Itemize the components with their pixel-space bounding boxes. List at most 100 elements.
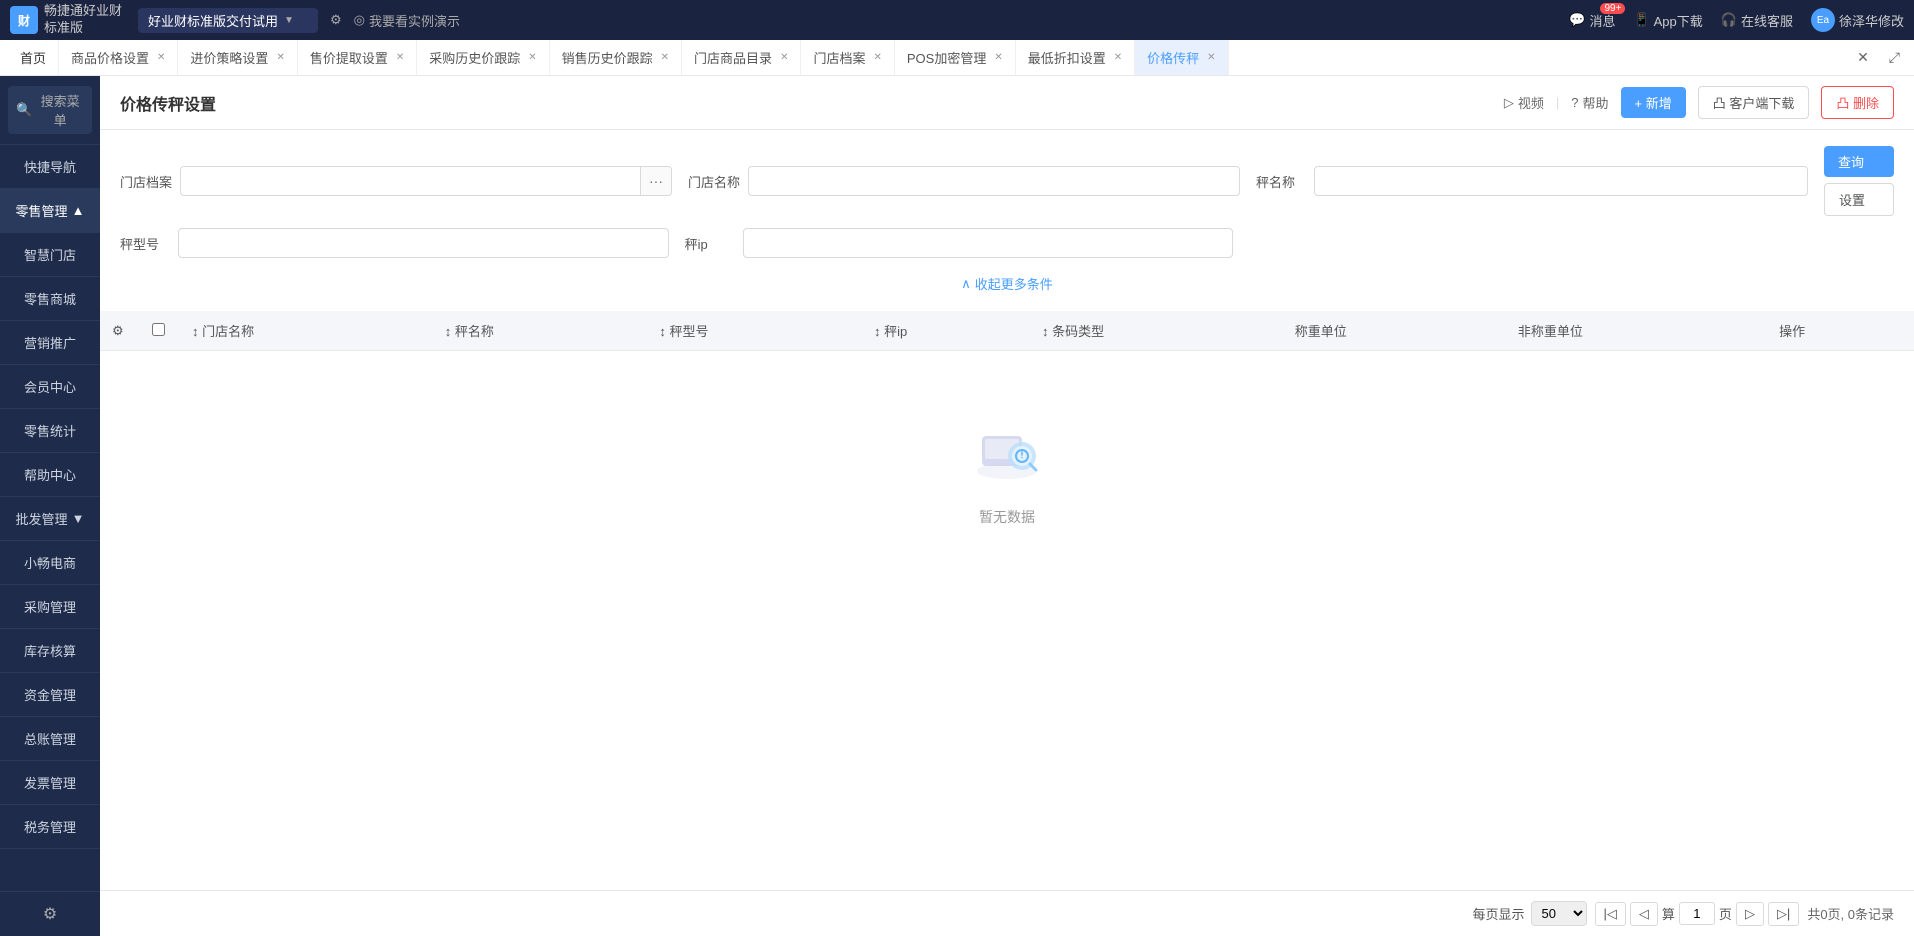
sidebar-search: 🔍 搜索菜单 bbox=[0, 76, 100, 145]
th-checkbox bbox=[140, 311, 180, 351]
page-number-input[interactable] bbox=[1679, 902, 1715, 925]
scale-name-input[interactable] bbox=[1314, 166, 1808, 196]
sidebar-settings[interactable]: ⚙ bbox=[0, 891, 100, 936]
store-name-input[interactable] bbox=[748, 166, 1240, 196]
logo: 财 畅捷通好业财 标准版 bbox=[10, 3, 130, 37]
topbar-actions: 💬 消息 99+ 📱 App下载 🎧 在线客服 Ea 徐泽华修改 bbox=[1569, 8, 1904, 32]
message-badge: 99+ bbox=[1600, 3, 1625, 14]
pagination-info: 共0页, 0条记录 bbox=[1807, 904, 1894, 923]
search-menu-button[interactable]: 🔍 搜索菜单 bbox=[8, 86, 92, 134]
tab-close-price-setting[interactable]: ✕ bbox=[157, 52, 165, 63]
store-profile-input-wrapper: ··· bbox=[180, 166, 672, 196]
store-profile-more-icon[interactable]: ··· bbox=[640, 167, 671, 195]
store-profile-input[interactable] bbox=[181, 167, 640, 195]
tab-close-price-scale[interactable]: ✕ bbox=[1207, 52, 1215, 63]
th-settings[interactable]: ⚙ bbox=[100, 311, 140, 351]
tab-home[interactable]: 首页 bbox=[8, 40, 59, 76]
tab-store-catalog[interactable]: 门店商品目录 ✕ bbox=[682, 40, 801, 76]
tab-min-discount[interactable]: 最低折扣设置 ✕ bbox=[1016, 40, 1135, 76]
add-button[interactable]: + 新增 bbox=[1621, 87, 1686, 118]
sidebar-item-invoice[interactable]: 发票管理 bbox=[0, 761, 100, 805]
tab-close-purchase-strategy[interactable]: ✕ bbox=[276, 52, 284, 63]
collapse-conditions-button[interactable]: ∧ 收起更多条件 bbox=[961, 274, 1053, 293]
avatar: Ea bbox=[1811, 8, 1835, 32]
th-scale-model[interactable]: ↕ 秤型号 bbox=[647, 311, 862, 351]
tab-store-profile[interactable]: 门店档案 ✕ bbox=[801, 40, 894, 76]
per-page-label: 每页显示 bbox=[1473, 904, 1525, 923]
sidebar-item-retail-shop[interactable]: 零售商城 bbox=[0, 277, 100, 321]
delete-button[interactable]: 凸 删除 bbox=[1821, 86, 1894, 119]
set-button[interactable]: 设置 bbox=[1824, 183, 1894, 216]
tab-close-store-profile[interactable]: ✕ bbox=[873, 52, 881, 63]
tab-close-min-discount[interactable]: ✕ bbox=[1114, 52, 1122, 63]
content-area: 价格传秤设置 ▷ 视频 | ? 帮助 + 新增 凸 客户端下载 凸 bbox=[100, 76, 1914, 936]
tab-sales-history[interactable]: 销售历史价跟踪 ✕ bbox=[550, 40, 682, 76]
sidebar-item-tax[interactable]: 税务管理 bbox=[0, 805, 100, 849]
chevron-down-icon: ▼ bbox=[72, 511, 85, 526]
scale-ip-input[interactable] bbox=[743, 228, 1234, 258]
sidebar-item-wholesale[interactable]: 批发管理 ▼ bbox=[0, 497, 100, 541]
version-selector[interactable]: 好业财标准版交付试用 ▼ bbox=[138, 8, 318, 33]
topbar-settings-icon[interactable]: ⚙ bbox=[326, 8, 346, 32]
video-link[interactable]: ▷ 视频 bbox=[1504, 93, 1544, 112]
sidebar-item-inventory[interactable]: 库存核算 bbox=[0, 629, 100, 673]
page-of-label: 页 bbox=[1719, 904, 1732, 923]
download-client-button[interactable]: 凸 客户端下载 bbox=[1698, 86, 1810, 119]
empty-illustration bbox=[967, 411, 1047, 491]
message-button[interactable]: 💬 消息 99+ bbox=[1569, 11, 1615, 30]
help-link[interactable]: ? 帮助 bbox=[1571, 93, 1608, 112]
scale-model-input[interactable] bbox=[178, 228, 669, 258]
prev-page-button[interactable]: ◁ bbox=[1630, 902, 1658, 926]
per-page-select[interactable]: 10 20 50 100 bbox=[1531, 901, 1587, 926]
user-menu[interactable]: Ea 徐泽华修改 bbox=[1811, 8, 1904, 32]
select-all-checkbox[interactable] bbox=[152, 323, 165, 336]
tab-purchase-strategy[interactable]: 进价策略设置 ✕ bbox=[178, 40, 297, 76]
tab-close-store-catalog[interactable]: ✕ bbox=[780, 52, 788, 63]
empty-text: 暂无数据 bbox=[979, 507, 1035, 527]
data-table: ⚙ ↕ 门店名称 ↕ 秤名称 ↕ 秤型号 bbox=[100, 311, 1914, 351]
per-page-selector: 每页显示 10 20 50 100 bbox=[1473, 901, 1587, 926]
tab-price-setting[interactable]: 商品价格设置 ✕ bbox=[59, 40, 178, 76]
online-service-button[interactable]: 🎧 在线客服 bbox=[1721, 11, 1793, 30]
search-icon: 🔍 bbox=[16, 102, 32, 118]
sidebar-item-general-ledger[interactable]: 总账管理 bbox=[0, 717, 100, 761]
sidebar-quick-nav[interactable]: 快捷导航 bbox=[0, 145, 100, 189]
video-icon: ▷ bbox=[1504, 95, 1514, 111]
demo-link[interactable]: ◎ 我要看实例演示 bbox=[354, 11, 460, 30]
th-barcode-type[interactable]: ↕ 条码类型 bbox=[1030, 311, 1283, 351]
sidebar-item-marketing[interactable]: 营销推广 bbox=[0, 321, 100, 365]
tab-close-sale-pickup[interactable]: ✕ bbox=[396, 52, 404, 63]
page-title: 价格传秤设置 bbox=[120, 91, 216, 115]
sidebar-item-purchase[interactable]: 采购管理 bbox=[0, 585, 100, 629]
tab-purchase-history[interactable]: 采购历史价跟踪 ✕ bbox=[417, 40, 549, 76]
tab-close-sales-history[interactable]: ✕ bbox=[661, 52, 669, 63]
sidebar-item-finance[interactable]: 资金管理 bbox=[0, 673, 100, 717]
sidebar-item-help[interactable]: 帮助中心 bbox=[0, 453, 100, 497]
th-scale-ip[interactable]: ↕ 秤ip bbox=[862, 311, 1030, 351]
sidebar-item-ecommerce[interactable]: 小畅电商 bbox=[0, 541, 100, 585]
content-inner: ⚙ ↕ 门店名称 ↕ 秤名称 ↕ 秤型号 bbox=[100, 311, 1914, 936]
chevron-up-icon: ▲ bbox=[72, 203, 85, 218]
page-label: 算 bbox=[1662, 904, 1675, 923]
sidebar-item-smart-store[interactable]: 智慧门店 bbox=[0, 233, 100, 277]
tab-price-scale[interactable]: 价格传秤 ✕ bbox=[1135, 40, 1228, 76]
sidebar-item-retail[interactable]: 零售管理 ▲ bbox=[0, 189, 100, 233]
tab-close-pos-management[interactable]: ✕ bbox=[994, 52, 1002, 63]
query-button[interactable]: 查询 bbox=[1824, 146, 1894, 177]
sidebar-item-retail-stats[interactable]: 零售统计 bbox=[0, 409, 100, 453]
topbar: 财 畅捷通好业财 标准版 好业财标准版交付试用 ▼ ⚙ ◎ 我要看实例演示 💬 … bbox=[0, 0, 1914, 40]
th-scale-name[interactable]: ↕ 秤名称 bbox=[433, 311, 648, 351]
last-page-button[interactable]: ▷| bbox=[1768, 902, 1799, 926]
tab-pos-management[interactable]: POS加密管理 ✕ bbox=[895, 40, 1016, 76]
tab-close-all-button[interactable]: ✕ bbox=[1851, 47, 1875, 68]
tab-sale-pickup[interactable]: 售价提取设置 ✕ bbox=[298, 40, 417, 76]
logo-icon: 财 bbox=[10, 6, 38, 34]
first-page-button[interactable]: |◁ bbox=[1595, 902, 1626, 926]
next-page-button[interactable]: ▷ bbox=[1736, 902, 1764, 926]
tab-maximize-button[interactable]: ⤢ bbox=[1883, 47, 1906, 68]
app-download-button[interactable]: 📱 App下载 bbox=[1633, 11, 1702, 30]
pagination-controls: |◁ ◁ 算 页 ▷ ▷| bbox=[1595, 902, 1800, 926]
th-store-name[interactable]: ↕ 门店名称 bbox=[180, 311, 433, 351]
sidebar-item-member[interactable]: 会员中心 bbox=[0, 365, 100, 409]
tab-close-purchase-history[interactable]: ✕ bbox=[528, 52, 536, 63]
